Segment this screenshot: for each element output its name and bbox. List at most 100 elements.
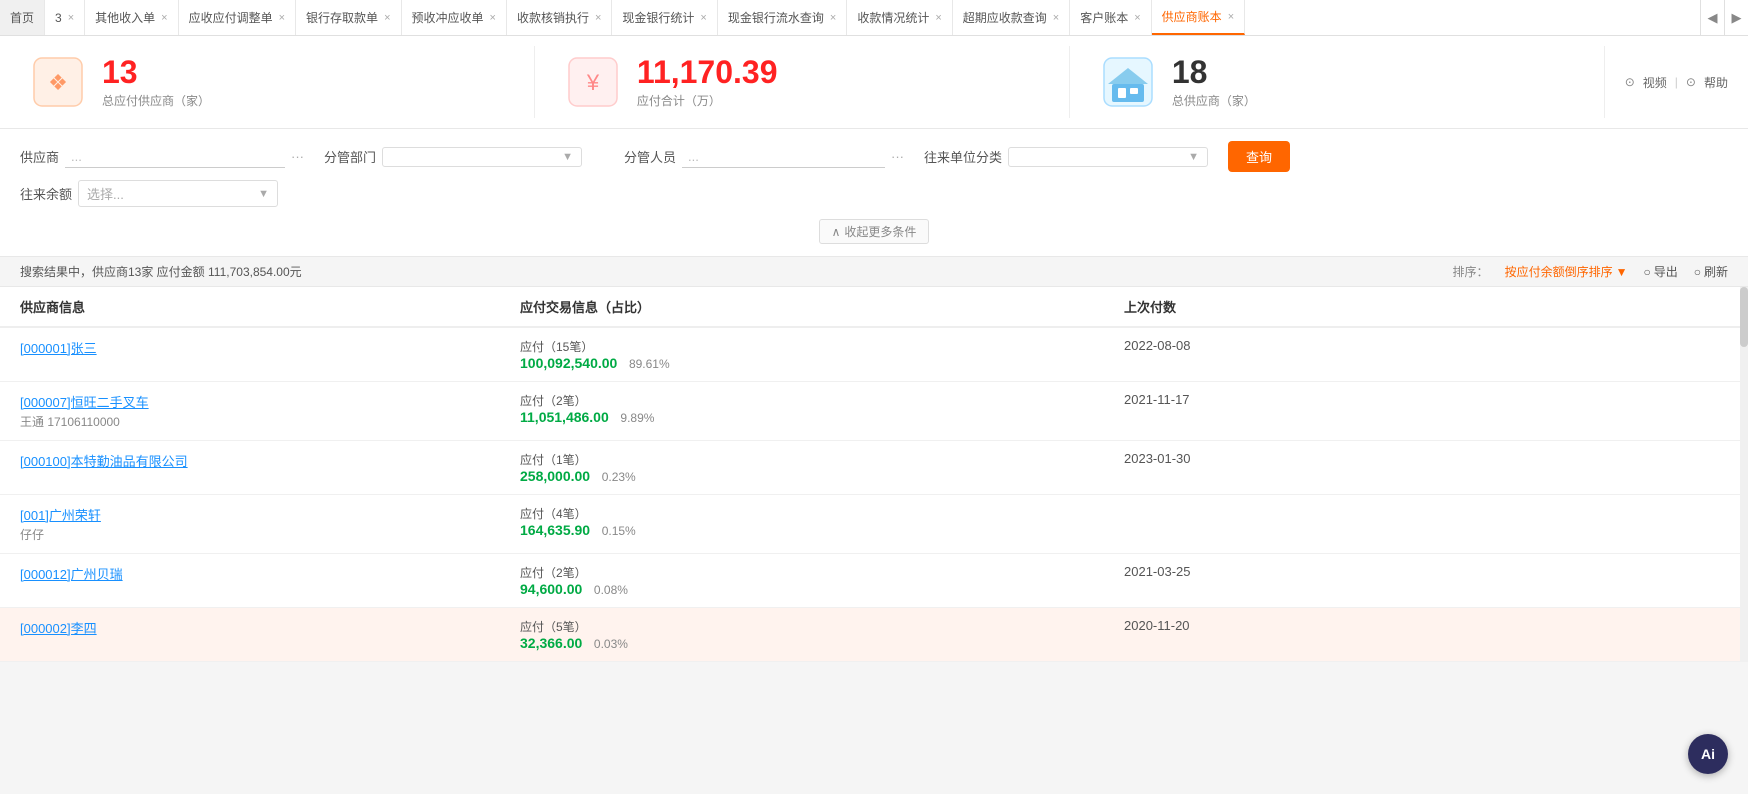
nav-cash-stat[interactable]: 现金银行统计 × xyxy=(612,0,717,35)
nav-3[interactable]: 3 × xyxy=(45,0,85,35)
supplier-more-icon[interactable]: ··· xyxy=(291,149,304,164)
table-row: [000012]广州贝瑞 应付（2笔） 94,600.00 0.08% 2021… xyxy=(0,554,1748,608)
close-icon[interactable]: × xyxy=(279,12,285,24)
supplier-link[interactable]: [000100]本特勤油品有限公司 xyxy=(20,451,520,470)
summary-card-total-amount: ¥ 11,170.39 应付合计（万） xyxy=(535,46,1070,118)
close-icon[interactable]: × xyxy=(384,12,390,24)
card3-text: 18 总供应商（家） xyxy=(1172,55,1256,109)
close-icon[interactable]: × xyxy=(1134,12,1140,24)
tx-label: 应付（4笔） xyxy=(520,505,1124,522)
nav-adjust[interactable]: 应收应付调整单 × xyxy=(179,0,296,35)
supplier-link[interactable]: [000001]张三 xyxy=(20,338,520,357)
table-row: [000001]张三 应付（15笔） 100,092,540.00 89.61%… xyxy=(0,328,1748,382)
scroll-bar[interactable] xyxy=(1740,287,1748,662)
supplier-pay-icon: ❖ xyxy=(30,54,86,110)
supplier-link[interactable]: [001]广州荣轩 xyxy=(20,505,520,524)
supplier-link[interactable]: [000012]广州贝瑞 xyxy=(20,564,520,583)
export-label: 导出 xyxy=(1654,263,1678,280)
col-header-tx: 应付交易信息（占比） xyxy=(520,297,1124,316)
nav-cash-flow-label: 现金银行流水查询 xyxy=(728,9,824,26)
category-select[interactable]: ▼ xyxy=(1008,147,1208,167)
scroll-thumb[interactable] xyxy=(1740,287,1748,347)
ai-badge[interactable]: Ai xyxy=(1688,734,1728,774)
nav-customer-ledger[interactable]: 客户账本 × xyxy=(1070,0,1151,35)
dept-select[interactable]: ▼ xyxy=(382,147,582,167)
amount-icon: ¥ xyxy=(565,54,621,110)
supplier-sub: 王通 17106110000 xyxy=(20,413,520,430)
nav-3-label: 3 xyxy=(55,11,62,25)
card1-label: 总应付供应商（家） xyxy=(102,92,210,109)
tx-info-cell: 应付（2笔） 94,600.00 0.08% xyxy=(520,564,1124,597)
category-filter-label: 往来单位分类 xyxy=(924,147,1002,166)
search-button[interactable]: 查询 xyxy=(1228,141,1290,172)
table-header: 供应商信息 应付交易信息（占比） 上次付数 xyxy=(0,287,1748,328)
nav-supplier-ledger[interactable]: 供应商账本 × xyxy=(1152,0,1245,35)
video-link[interactable]: 视频 xyxy=(1643,74,1667,91)
close-icon[interactable]: × xyxy=(595,12,601,24)
nav-verify-label: 收款核销执行 xyxy=(517,9,589,26)
person-filter-group: 分管人员 ··· xyxy=(624,146,904,168)
person-more-icon[interactable]: ··· xyxy=(891,149,904,164)
nav-home[interactable]: 首页 xyxy=(0,0,45,35)
nav-verify[interactable]: 收款核销执行 × xyxy=(507,0,612,35)
nav-prepay-label: 预收冲应收单 xyxy=(412,9,484,26)
nav-overdue[interactable]: 超期应收款查询 × xyxy=(953,0,1070,35)
tx-info-cell: 应付（5笔） 32,366.00 0.03% xyxy=(520,618,1124,651)
close-icon[interactable]: × xyxy=(1053,12,1059,24)
table-row: [001]广州荣轩 仔仔 应付（4笔） 164,635.90 0.15% xyxy=(0,495,1748,554)
card3-label: 总供应商（家） xyxy=(1172,92,1256,109)
nav-bank[interactable]: 银行存取款单 × xyxy=(296,0,401,35)
nav-overdue-label: 超期应收款查询 xyxy=(963,9,1047,26)
tx-percent: 0.08% xyxy=(594,583,628,597)
tx-amount: 11,051,486.00 xyxy=(520,409,609,425)
nav-cash-stat-label: 现金银行统计 xyxy=(622,9,694,26)
close-icon[interactable]: × xyxy=(161,12,167,24)
refresh-label: 刷新 xyxy=(1704,263,1728,280)
tx-percent: 89.61% xyxy=(629,357,670,371)
sort-select[interactable]: 按应付余额倒序排序 ▼ xyxy=(1505,263,1628,280)
export-icon: ○ xyxy=(1643,265,1650,279)
tx-label: 应付（2笔） xyxy=(520,392,1124,409)
person-input[interactable] xyxy=(682,146,885,168)
collapse-button[interactable]: ∧ 收起更多条件 xyxy=(819,219,930,244)
balance-select-value: 选择... xyxy=(87,184,124,203)
supplier-info-cell: [000007]恒旺二手叉车 王通 17106110000 xyxy=(20,392,520,430)
table-row: [000100]本特勤油品有限公司 应付（1笔） 258,000.00 0.23… xyxy=(0,441,1748,495)
card1-text: 13 总应付供应商（家） xyxy=(102,55,210,109)
nav-other-income[interactable]: 其他收入单 × xyxy=(85,0,178,35)
help-link[interactable]: 帮助 xyxy=(1704,74,1728,91)
nav-supplier-ledger-label: 供应商账本 xyxy=(1162,8,1222,25)
close-icon[interactable]: × xyxy=(830,12,836,24)
nav-arrows: ◀ ▶ xyxy=(1700,0,1748,36)
refresh-button[interactable]: ○ 刷新 xyxy=(1694,263,1728,280)
filter-row-2: 往来余额 选择... ▼ xyxy=(20,180,1728,207)
close-icon[interactable]: × xyxy=(68,12,74,24)
close-icon[interactable]: × xyxy=(700,12,706,24)
svg-text:❖: ❖ xyxy=(48,70,68,95)
nav-cash-flow[interactable]: 现金银行流水查询 × xyxy=(718,0,847,35)
balance-select[interactable]: 选择... ▼ xyxy=(78,180,278,207)
chevron-down-icon: ▼ xyxy=(258,188,269,200)
nav-prev-arrow[interactable]: ◀ xyxy=(1700,0,1724,36)
last-pay-cell: 2020-11-20 xyxy=(1124,618,1728,633)
nav-receive-stat[interactable]: 收款情况统计 × xyxy=(847,0,952,35)
top-navigation: 首页 3 × 其他收入单 × 应收应付调整单 × 银行存取款单 × 预收冲应收单… xyxy=(0,0,1748,36)
close-icon[interactable]: × xyxy=(935,12,941,24)
close-icon[interactable]: × xyxy=(490,12,496,24)
close-icon[interactable]: × xyxy=(1228,11,1234,23)
top-links: ⊙ 视频 | ⊙ 帮助 xyxy=(1605,46,1748,118)
last-pay-cell: 2022-08-08 xyxy=(1124,338,1728,353)
supplier-link[interactable]: [000007]恒旺二手叉车 xyxy=(20,392,520,411)
nav-prepay[interactable]: 预收冲应收单 × xyxy=(402,0,507,35)
nav-next-arrow[interactable]: ▶ xyxy=(1724,0,1748,36)
balance-filter-group: 往来余额 选择... ▼ xyxy=(20,180,300,207)
summary-bar: ❖ 13 总应付供应商（家） ¥ 11,170.39 应付合计（万） xyxy=(0,36,1748,129)
tx-amount: 258,000.00 xyxy=(520,468,590,484)
supplier-input[interactable] xyxy=(65,146,285,168)
chevron-down-icon: ▼ xyxy=(1616,265,1628,279)
supplier-table: 供应商信息 应付交易信息（占比） 上次付数 [000001]张三 应付（15笔）… xyxy=(0,287,1748,662)
svg-text:¥: ¥ xyxy=(586,70,600,95)
export-button[interactable]: ○ 导出 xyxy=(1643,263,1677,280)
supplier-link[interactable]: [000002]李四 xyxy=(20,618,520,637)
summary-card-payable-suppliers: ❖ 13 总应付供应商（家） xyxy=(0,46,535,118)
